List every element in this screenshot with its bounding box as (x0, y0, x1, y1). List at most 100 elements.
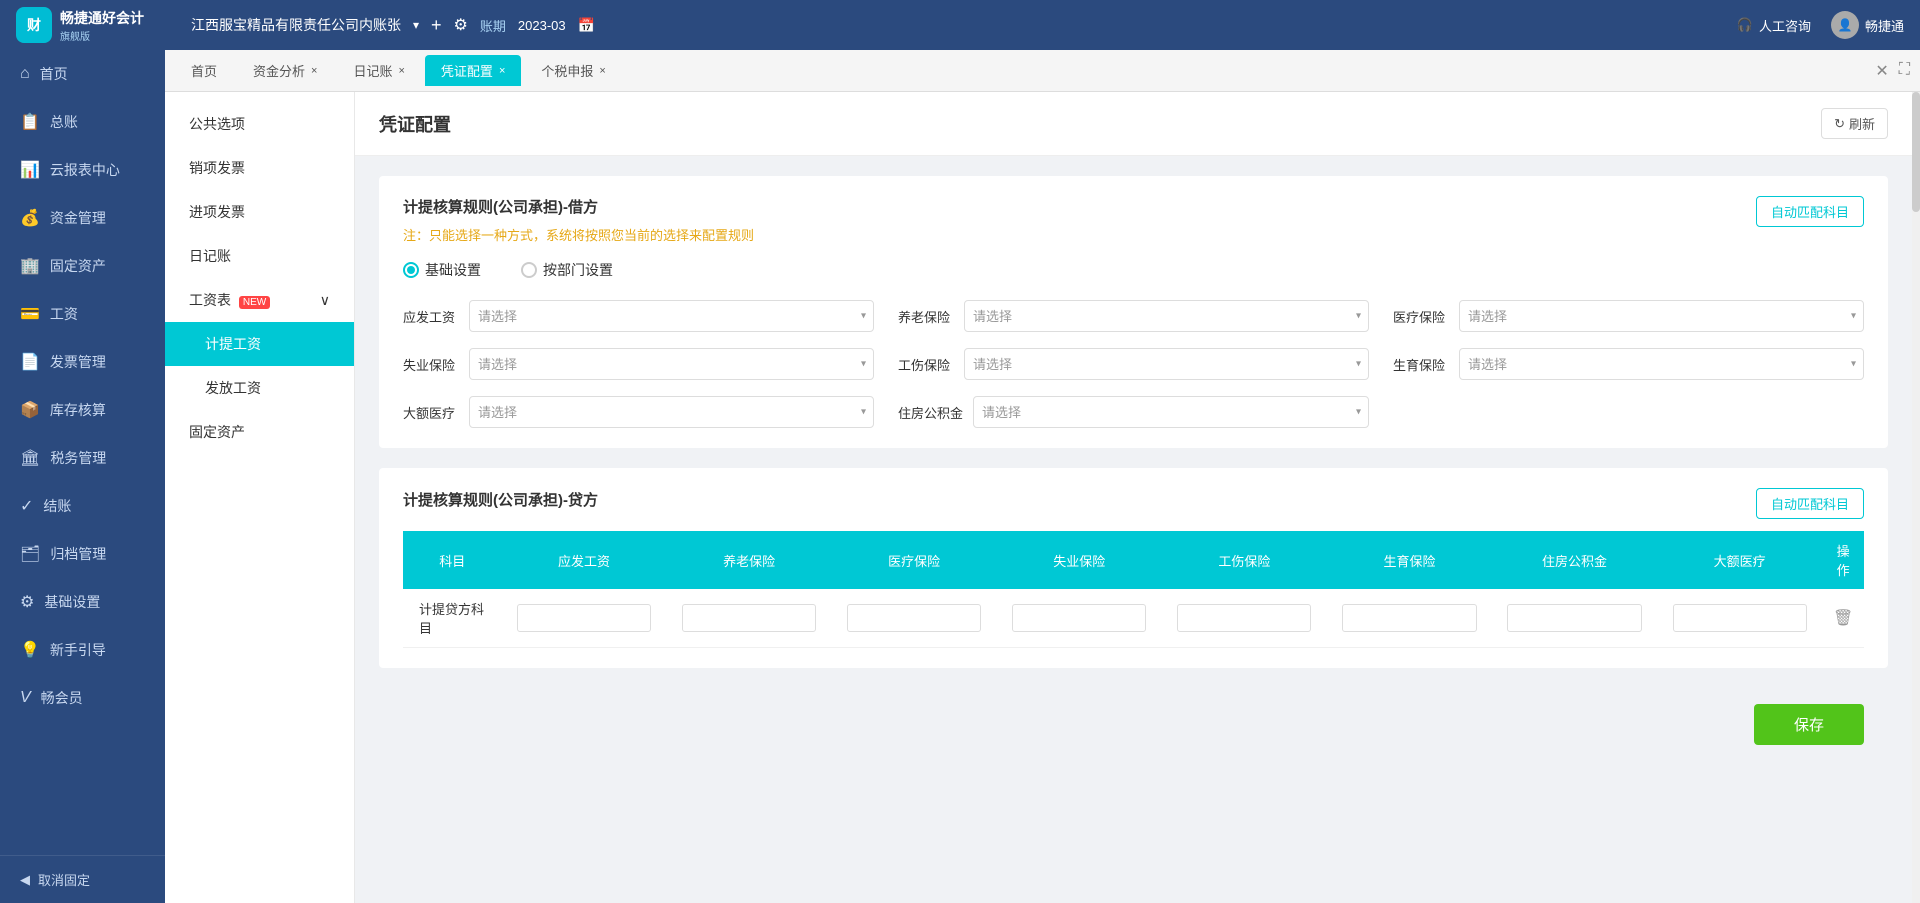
reports-icon: 📊 (20, 160, 40, 180)
user-area[interactable]: 👤 畅捷通 (1831, 11, 1904, 39)
table-row: 计提贷方科目 🗑 (403, 589, 1864, 648)
tab-tax-return[interactable]: 个税申报 × (525, 55, 621, 86)
arrow-left-icon: ◀ (20, 872, 30, 888)
select-gongshang[interactable]: 请选择 (964, 348, 1369, 380)
sidebar-item-reports-label: 云报表中心 (50, 160, 120, 180)
label-shengyu: 生育保险 (1393, 355, 1449, 374)
company-dropdown-icon[interactable]: ▾ (413, 18, 419, 32)
form-row-gongjijin: 住房公积金 请选择 ▾ (898, 396, 1369, 428)
tab-home[interactable]: 首页 (175, 55, 233, 86)
menu-journal-label: 日记账 (189, 248, 231, 264)
menu-purchase-invoice[interactable]: 进项发票 (165, 190, 354, 234)
radio-dept-settings[interactable]: 按部门设置 (521, 260, 613, 280)
menu-fixed-assets[interactable]: 固定资产 (165, 410, 354, 454)
sidebar-item-funds[interactable]: 💰 资金管理 (0, 194, 165, 242)
menu-pay-salary[interactable]: 发放工资 (165, 366, 354, 410)
calendar-icon[interactable]: 📅 (578, 17, 595, 34)
sidebar-item-home-label: 首页 (40, 64, 68, 84)
expand-window-icon[interactable]: ⛶ (1899, 61, 1910, 81)
menu-payroll-table[interactable]: 工资表 NEW ∨ (165, 278, 354, 322)
gear-icon[interactable]: ⚙ (454, 15, 468, 35)
close-window-icon[interactable]: ✕ (1875, 61, 1888, 81)
select-shiye[interactable]: 请选择 (469, 348, 874, 380)
td-delete: 🗑 (1822, 589, 1864, 648)
credit-auto-match-button[interactable]: 自动匹配科目 (1756, 488, 1864, 519)
consult-button[interactable]: 🎧 人工咨询 (1737, 16, 1811, 35)
sidebar-item-tax[interactable]: 🏛 税务管理 (0, 434, 165, 482)
top-right: 🎧 人工咨询 👤 畅捷通 (1737, 11, 1904, 39)
sidebar-item-salary[interactable]: 💳 工资 (0, 290, 165, 338)
sidebar-item-invoice[interactable]: 📄 发票管理 (0, 338, 165, 386)
input-credit-shengyu[interactable] (1342, 604, 1476, 632)
radio-basic-settings[interactable]: 基础设置 (403, 260, 481, 280)
debit-section-left: 计提核算规则(公司承担)-借方 注：只能选择一种方式，系统将按照您当前的选择来配… (403, 196, 754, 260)
input-credit-daeyiliao[interactable] (1673, 604, 1807, 632)
expand-icon: ∨ (320, 292, 330, 309)
card-area: 计提核算规则(公司承担)-借方 注：只能选择一种方式，系统将按照您当前的选择来配… (355, 156, 1912, 903)
sidebar-item-invoice-label: 发票管理 (50, 352, 106, 372)
sidebar-item-reports[interactable]: 📊 云报表中心 (0, 146, 165, 194)
menu-accrual-salary[interactable]: 计提工资 (165, 322, 354, 366)
refresh-button[interactable]: ↻ 刷新 (1821, 108, 1888, 139)
tab-tax-return-close[interactable]: × (599, 65, 605, 77)
menu-fixed-assets-label: 固定资产 (189, 424, 245, 440)
select-yanglao[interactable]: 请选择 (964, 300, 1369, 332)
refresh-label: 刷新 (1849, 114, 1875, 133)
logo-area: 财 畅捷通好会计 旗舰版 (16, 7, 181, 43)
sidebar-item-inventory[interactable]: 📦 库存核算 (0, 386, 165, 434)
tab-fund-analysis-close[interactable]: × (311, 65, 317, 77)
guide-icon: 💡 (20, 640, 40, 660)
save-area: 保存 (379, 688, 1888, 761)
menu-journal[interactable]: 日记账 (165, 234, 354, 278)
sidebar-item-archive[interactable]: 🗂 归档管理 (0, 530, 165, 578)
tab-voucher-config-close[interactable]: × (499, 65, 505, 77)
sidebar-item-member[interactable]: V 畅会员 (0, 674, 165, 722)
sidebar-item-fixed-assets[interactable]: 🏢 固定资产 (0, 242, 165, 290)
add-button[interactable]: + (431, 15, 442, 36)
th-gongjijin: 住房公积金 (1492, 531, 1657, 589)
debit-auto-match-button[interactable]: 自动匹配科目 (1756, 196, 1864, 227)
form-row-gongshang: 工伤保险 请选择 ▾ (898, 348, 1369, 380)
select-gongjijin[interactable]: 请选择 (973, 396, 1369, 428)
menu-sales-invoice[interactable]: 销项发票 (165, 146, 354, 190)
input-credit-yingfa[interactable] (517, 604, 651, 632)
input-credit-yanglao[interactable] (682, 604, 816, 632)
sidebar-item-ledger[interactable]: 📋 总账 (0, 98, 165, 146)
logo-text-area: 畅捷通好会计 旗舰版 (60, 8, 144, 43)
debit-section: 计提核算规则(公司承担)-借方 注：只能选择一种方式，系统将按照您当前的选择来配… (379, 176, 1888, 448)
radio-dept-circle (521, 262, 537, 278)
save-button[interactable]: 保存 (1754, 704, 1864, 745)
menu-public-options[interactable]: 公共选项 (165, 102, 354, 146)
form-row-daeyiliao: 大额医疗 请选择 ▾ (403, 396, 874, 428)
select-yiliao-wrapper: 请选择 ▾ (1459, 300, 1864, 332)
select-shengyu[interactable]: 请选择 (1459, 348, 1864, 380)
tab-fund-analysis[interactable]: 资金分析 × (237, 55, 333, 86)
label-yanglao: 养老保险 (898, 307, 954, 326)
delete-row-icon[interactable]: 🗑 (1833, 610, 1853, 627)
input-credit-yiliao[interactable] (847, 604, 981, 632)
select-yingfa[interactable]: 请选择 (469, 300, 874, 332)
period-label: 账期 (480, 16, 506, 35)
sidebar-item-close[interactable]: ✓ 结账 (0, 482, 165, 530)
select-yiliao[interactable]: 请选择 (1459, 300, 1864, 332)
tab-journal-close[interactable]: × (398, 65, 404, 77)
input-credit-gongjijin[interactable] (1507, 604, 1641, 632)
right-scrollbar[interactable] (1912, 92, 1920, 903)
cancel-pin-button[interactable]: ◀ 取消固定 (0, 855, 165, 903)
select-daeyiliao[interactable]: 请选择 (469, 396, 874, 428)
invoice-icon: 📄 (20, 352, 40, 372)
username: 畅捷通 (1865, 16, 1904, 35)
input-credit-shiye[interactable] (1012, 604, 1146, 632)
tab-journal[interactable]: 日记账 × (337, 55, 420, 86)
select-gongshang-wrapper: 请选择 ▾ (964, 348, 1369, 380)
window-controls: ✕ ⛶ (1875, 61, 1910, 81)
form-row-yingfa: 应发工资 请选择 ▾ (403, 300, 874, 332)
sidebar-item-settings[interactable]: ⚙ 基础设置 (0, 578, 165, 626)
tab-voucher-config[interactable]: 凭证配置 × (425, 55, 521, 86)
sidebar-item-home[interactable]: ⌂ 首页 (0, 50, 165, 98)
input-credit-gongshang[interactable] (1177, 604, 1311, 632)
sidebar-item-guide[interactable]: 💡 新手引导 (0, 626, 165, 674)
sidebar-item-fixed-assets-label: 固定资产 (50, 256, 106, 276)
sidebar-item-inventory-label: 库存核算 (50, 400, 106, 420)
td-gongshang (1162, 589, 1327, 648)
